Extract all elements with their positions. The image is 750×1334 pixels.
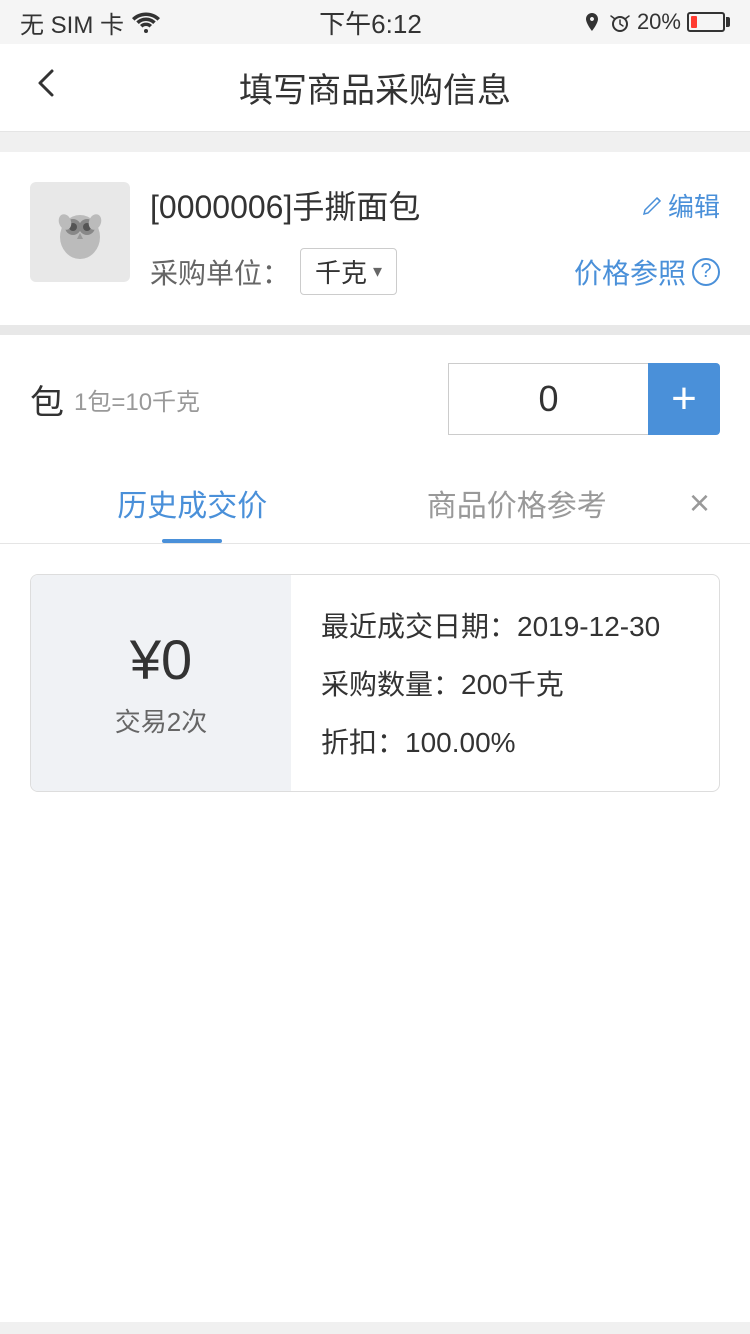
product-name: [0000006]手撕面包 <box>150 182 420 228</box>
page-header: 填写商品采购信息 <box>0 44 750 132</box>
quantity-label-group: 包 1包=10千克 <box>30 375 200 424</box>
quantity-area: 包 1包=10千克 + <box>0 335 750 463</box>
edit-icon <box>642 194 664 216</box>
purchase-quantity-row: 采购数量：200千克 <box>321 663 689 703</box>
dropdown-arrow-icon: ▾ <box>373 261 382 282</box>
price-reference-button[interactable]: 价格参照 ? <box>574 252 720 292</box>
tab-history-price[interactable]: 历史成交价 <box>30 463 354 543</box>
card-price-summary: ¥0 交易2次 <box>31 575 291 791</box>
tab-product-price-reference[interactable]: 商品价格参考 <box>354 463 678 543</box>
trade-count: 交易2次 <box>115 702 207 739</box>
package-label: 包 <box>30 375 64 424</box>
price-card: ¥0 交易2次 最近成交日期：2019-12-30 采购数量：200千克 折扣：… <box>30 574 720 792</box>
product-details: [0000006]手撕面包 编辑 采购单位： 千克 ▾ <box>150 182 720 295</box>
product-row: [0000006]手撕面包 编辑 采购单位： 千克 ▾ <box>30 182 720 295</box>
quantity-input[interactable] <box>448 363 648 435</box>
price-value: ¥0 <box>130 627 192 692</box>
discount-row: 折扣：100.00% <box>321 721 689 761</box>
page-title: 填写商品采购信息 <box>239 63 511 112</box>
page-rest <box>0 822 750 1322</box>
quantity-plus-button[interactable]: + <box>648 363 720 435</box>
status-carrier: 无 SIM 卡 <box>20 5 160 40</box>
status-icons: 20% <box>581 9 730 35</box>
alarm-icon <box>609 11 631 33</box>
tabs-header: 历史成交价 商品价格参考 × <box>0 463 750 544</box>
product-info-area: [0000006]手撕面包 编辑 采购单位： 千克 ▾ <box>0 152 750 325</box>
card-price-details: 最近成交日期：2019-12-30 采购数量：200千克 折扣：100.00% <box>291 575 719 791</box>
status-bar: 无 SIM 卡 下午6:12 20% <box>0 0 750 44</box>
product-image <box>30 182 130 282</box>
history-price-card-area: ¥0 交易2次 最近成交日期：2019-12-30 采购数量：200千克 折扣：… <box>0 544 750 822</box>
battery-icon <box>687 12 730 32</box>
unit-row: 采购单位： 千克 ▾ 价格参照 ? <box>150 248 720 295</box>
tab-close-button[interactable]: × <box>679 472 720 534</box>
product-logo-icon <box>45 197 115 267</box>
tabs-panel: 历史成交价 商品价格参考 × ¥0 交易2次 最近成交日期：2019-12-30… <box>0 463 750 822</box>
product-header-row: [0000006]手撕面包 编辑 <box>150 182 720 228</box>
help-icon: ? <box>692 258 720 286</box>
battery-percent: 20% <box>637 9 681 35</box>
unit-left: 采购单位： 千克 ▾ <box>150 248 397 295</box>
wifi-icon <box>132 11 160 33</box>
unit-select-dropdown[interactable]: 千克 ▾ <box>300 248 397 295</box>
back-button[interactable] <box>20 53 72 122</box>
status-time: 下午6:12 <box>319 4 422 41</box>
quantity-input-group: + <box>448 363 720 435</box>
section-divider <box>0 325 750 335</box>
edit-button[interactable]: 编辑 <box>642 187 720 224</box>
location-icon <box>581 11 603 33</box>
conversion-label: 1包=10千克 <box>74 382 200 417</box>
recent-date-row: 最近成交日期：2019-12-30 <box>321 605 689 645</box>
